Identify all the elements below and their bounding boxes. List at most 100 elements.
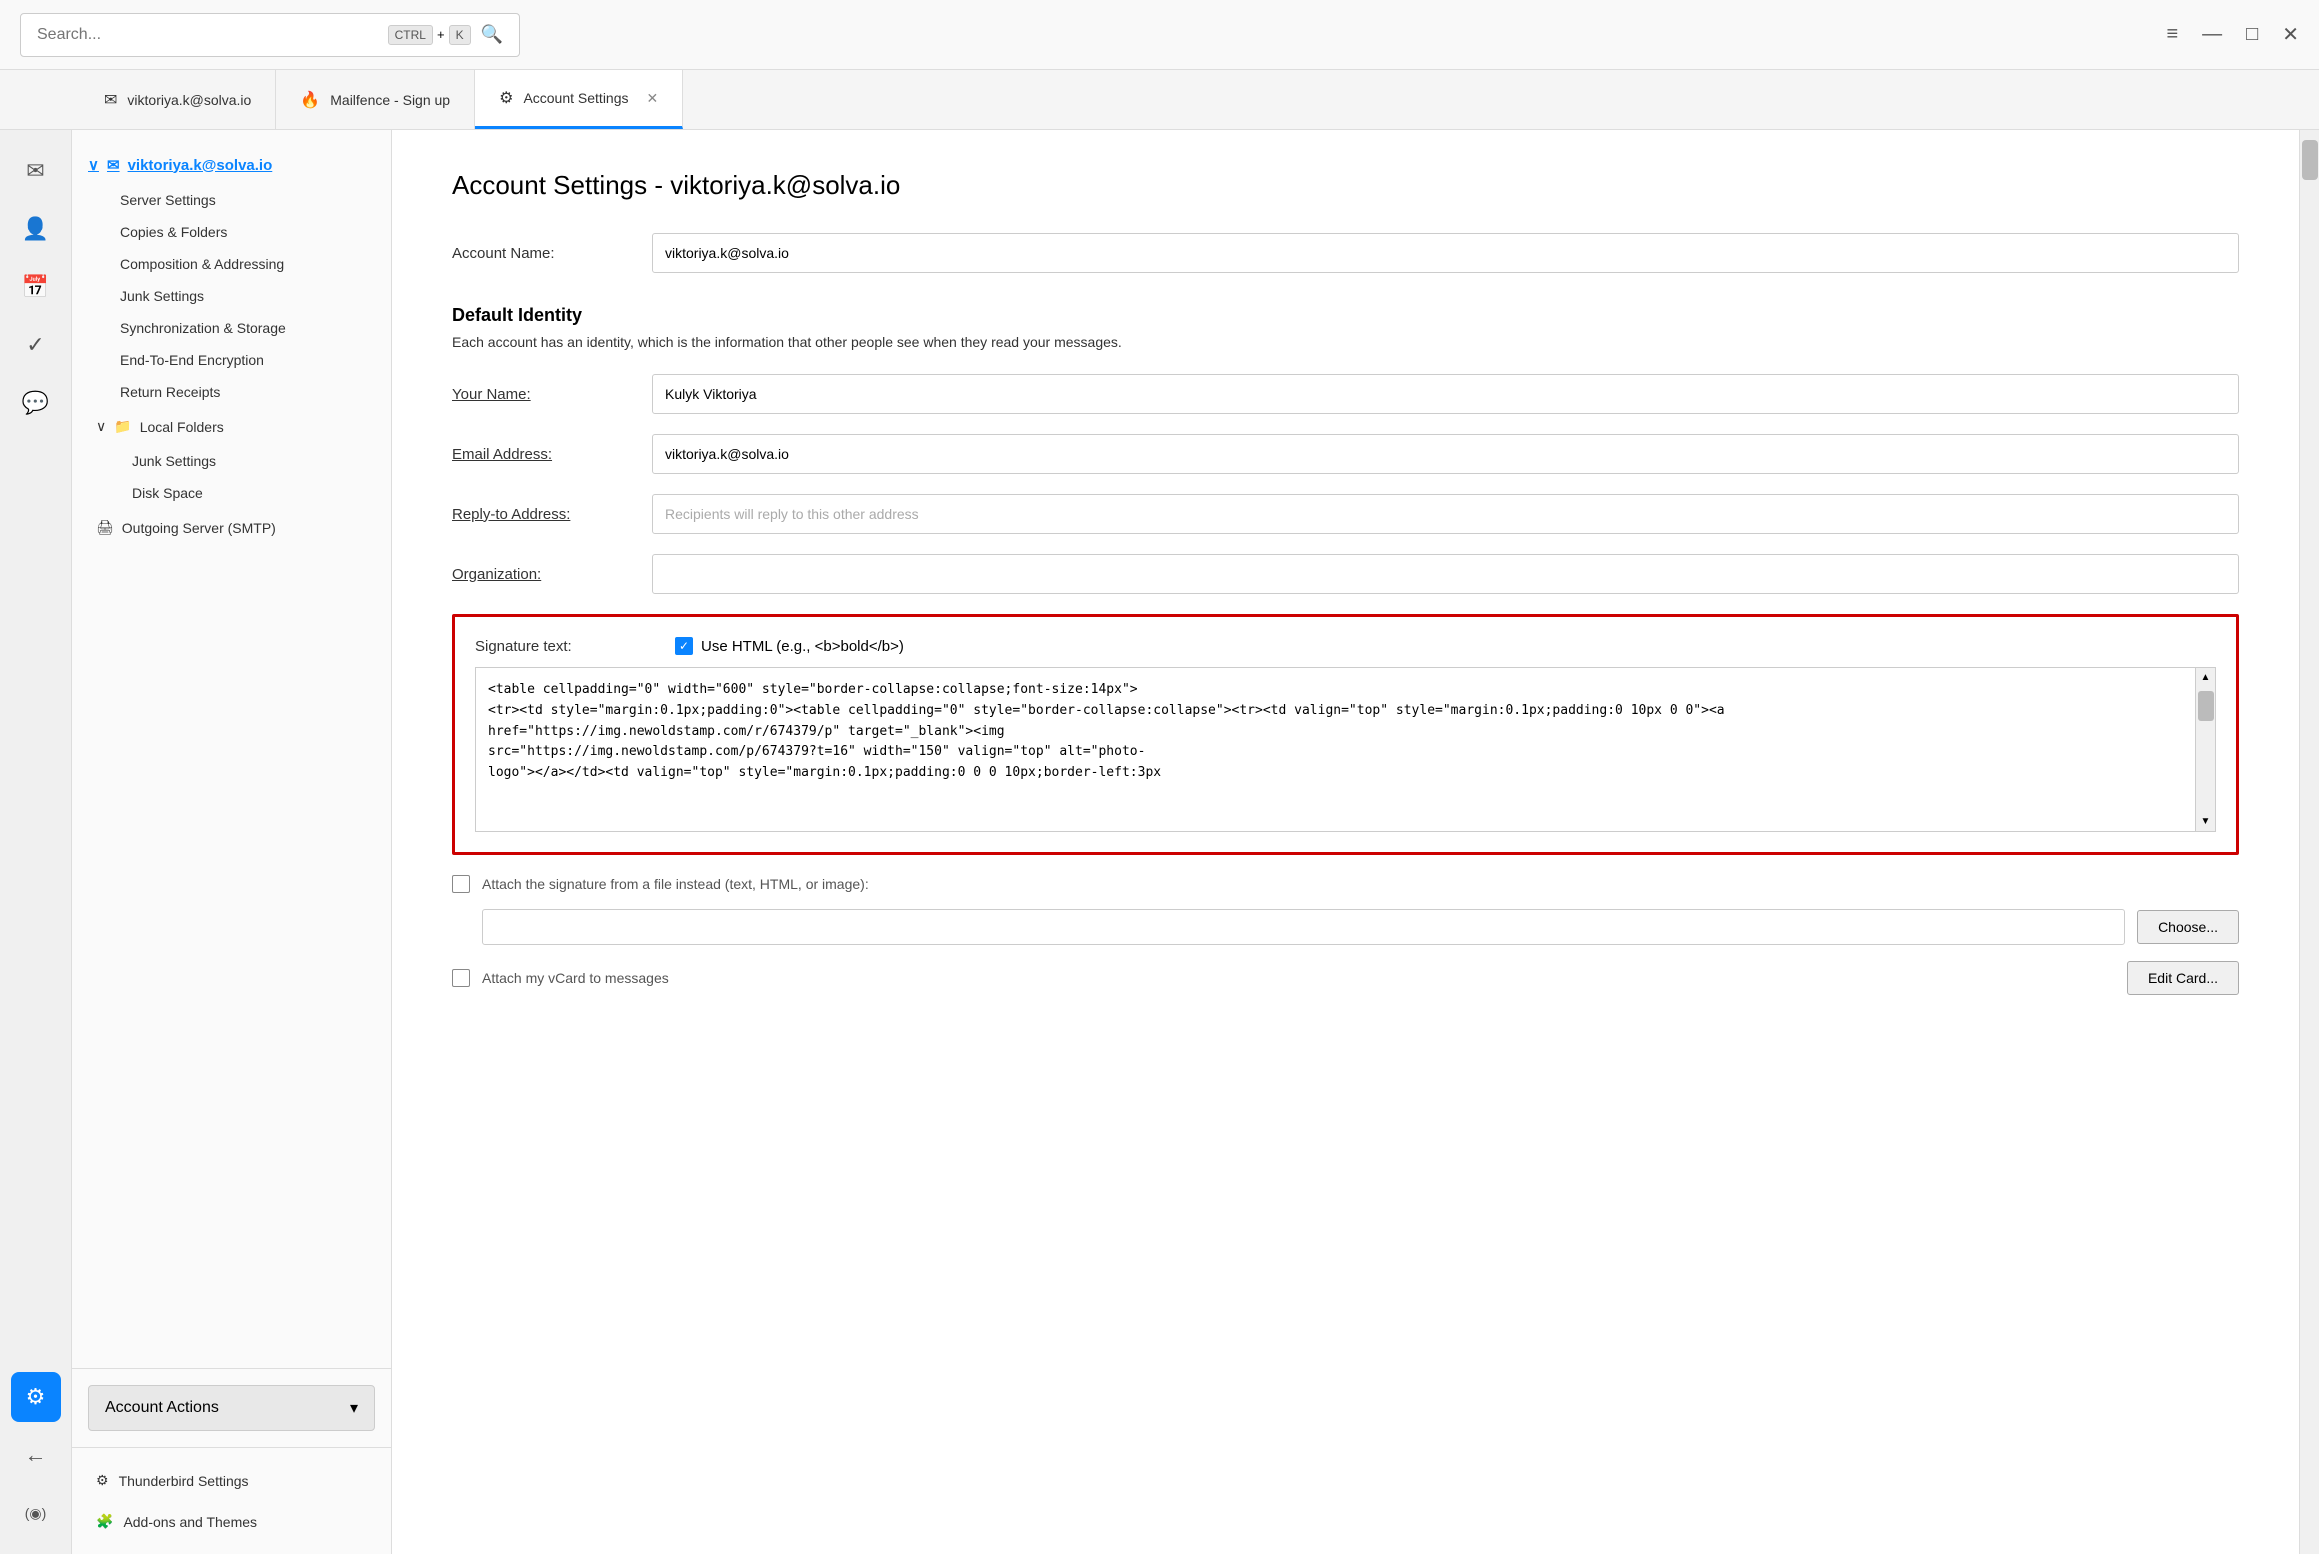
sidebar-icon-back[interactable]: ← xyxy=(11,1430,61,1480)
attach-sig-file-row: Choose... xyxy=(452,909,2239,945)
scroll-thumb[interactable] xyxy=(2198,691,2214,721)
window-controls: ≡ — □ ✕ xyxy=(2166,22,2299,47)
tab-mailfence-icon: 🔥 xyxy=(300,90,320,110)
kbd-plus: + xyxy=(437,27,445,42)
title-bar: CTRL + K 🔍 ≡ — □ ✕ xyxy=(0,0,2319,70)
nav-item-server-settings[interactable]: Server Settings xyxy=(72,184,391,216)
attach-sig-file-input[interactable] xyxy=(482,909,2125,945)
tab-mailfence-label: Mailfence - Sign up xyxy=(330,92,450,108)
use-html-label: Use HTML (e.g., <b>bold</b>) xyxy=(701,638,904,655)
nav-addons-themes[interactable]: 🧩 Add-ons and Themes xyxy=(88,1505,375,1538)
your-name-label: Your Name: xyxy=(452,386,652,403)
nav-bottom: ⚙ Thunderbird Settings 🧩 Add-ons and The… xyxy=(72,1447,391,1554)
nav-panel: ∨ ✉ viktoriya.k@solva.io Server Settings… xyxy=(72,130,392,1554)
minimize-button[interactable]: — xyxy=(2202,23,2222,46)
sidebar-icon-chat[interactable]: 💬 xyxy=(11,378,61,428)
nav-item-e2e-encryption[interactable]: End-To-End Encryption xyxy=(72,344,391,376)
sidebar-icon-contacts[interactable]: 👤 xyxy=(11,204,61,254)
app-sidebar: ✉ 👤 📅 ✓ 💬 ⚙ ← (◉) xyxy=(0,130,72,1554)
attach-sig-row: Attach the signature from a file instead… xyxy=(452,875,2239,893)
nav-item-composition-addressing[interactable]: Composition & Addressing xyxy=(72,248,391,280)
signature-textarea[interactable] xyxy=(476,668,2215,828)
main-layout: ✉ 👤 📅 ✓ 💬 ⚙ ← (◉) ∨ ✉ viktoriya.k@solva.… xyxy=(0,130,2319,1554)
search-input[interactable] xyxy=(37,26,378,44)
edit-card-button[interactable]: Edit Card... xyxy=(2127,961,2239,995)
signature-text-area: ▲ ▼ xyxy=(475,667,2216,832)
hamburger-button[interactable]: ≡ xyxy=(2166,23,2178,46)
nav-folder-chevron: ∨ xyxy=(96,418,106,435)
attach-sig-checkbox[interactable] xyxy=(452,875,470,893)
org-label: Organization: xyxy=(452,566,652,583)
reply-to-input[interactable] xyxy=(652,494,2239,534)
attach-vcard-checkbox[interactable] xyxy=(452,969,470,987)
nav-folder-icon: 📁 xyxy=(114,418,131,435)
right-scroll-track xyxy=(2300,130,2319,1554)
nav-item-sync-storage[interactable]: Synchronization & Storage xyxy=(72,312,391,344)
thunderbird-settings-label: Thunderbird Settings xyxy=(119,1473,249,1489)
account-actions-chevron: ▾ xyxy=(350,1398,358,1418)
signature-header-row: Signature text: ✓ Use HTML (e.g., <b>bol… xyxy=(475,637,2216,655)
nav-item-return-receipts[interactable]: Return Receipts xyxy=(72,376,391,408)
email-input[interactable] xyxy=(652,434,2239,474)
org-input[interactable] xyxy=(652,554,2239,594)
tab-close-button[interactable]: ✕ xyxy=(647,90,659,107)
sidebar-icon-tasks[interactable]: ✓ xyxy=(11,320,61,370)
use-html-checkbox[interactable]: ✓ xyxy=(675,637,693,655)
sidebar-icon-mail[interactable]: ✉ xyxy=(11,146,61,196)
sidebar-icon-calendar[interactable]: 📅 xyxy=(11,262,61,312)
search-bar: CTRL + K 🔍 xyxy=(20,13,520,57)
nav-account-chevron: ∨ xyxy=(88,156,99,174)
nav-outgoing-icon: 🖨 xyxy=(96,519,114,536)
org-row: Organization: xyxy=(452,554,2239,594)
nav-folder-label: Local Folders xyxy=(140,419,224,435)
tab-inbox[interactable]: ✉ viktoriya.k@solva.io xyxy=(80,70,276,129)
nav-tree: ∨ ✉ viktoriya.k@solva.io Server Settings… xyxy=(72,130,391,1368)
tab-settings-label: Account Settings xyxy=(523,90,628,106)
nav-account-icon: ✉ xyxy=(107,156,120,174)
right-scrollbar xyxy=(2299,130,2319,1554)
nav-outgoing-server[interactable]: 🖨 Outgoing Server (SMTP) xyxy=(72,509,391,546)
kbd-k: K xyxy=(449,25,471,45)
email-label: Email Address: xyxy=(452,446,652,463)
account-actions-button[interactable]: Account Actions ▾ xyxy=(88,1385,375,1431)
email-row: Email Address: xyxy=(452,434,2239,474)
nav-item-disk-space[interactable]: Disk Space xyxy=(72,477,391,509)
attach-vcard-label: Attach my vCard to messages xyxy=(482,970,669,986)
nav-outgoing-label: Outgoing Server (SMTP) xyxy=(122,520,276,536)
sidebar-icon-settings[interactable]: ⚙ xyxy=(11,1372,61,1422)
nav-item-local-junk[interactable]: Junk Settings xyxy=(72,445,391,477)
app-window: CTRL + K 🔍 ≡ — □ ✕ ✉ viktoriya.k@solva.i… xyxy=(0,0,2319,1554)
search-icon: 🔍 xyxy=(481,24,503,45)
sidebar-icon-radio[interactable]: (◉) xyxy=(11,1488,61,1538)
vcard-row: Attach my vCard to messages Edit Card... xyxy=(452,961,2239,995)
nav-item-junk-settings[interactable]: Junk Settings xyxy=(72,280,391,312)
addons-label: Add-ons and Themes xyxy=(123,1514,257,1530)
default-identity-title: Default Identity xyxy=(452,305,2239,326)
tab-mailfence[interactable]: 🔥 Mailfence - Sign up xyxy=(276,70,475,129)
thunderbird-settings-icon: ⚙ xyxy=(96,1472,109,1489)
nav-local-folders[interactable]: ∨ 📁 Local Folders xyxy=(72,408,391,445)
use-html-checkbox-row: ✓ Use HTML (e.g., <b>bold</b>) xyxy=(675,637,904,655)
tab-account-settings[interactable]: ⚙ Account Settings ✕ xyxy=(475,70,683,129)
close-window-button[interactable]: ✕ xyxy=(2282,22,2299,47)
your-name-input[interactable] xyxy=(652,374,2239,414)
tab-inbox-label: viktoriya.k@solva.io xyxy=(127,92,251,108)
default-identity-desc: Each account has an identity, which is t… xyxy=(452,334,2239,350)
nav-account-item[interactable]: ∨ ✉ viktoriya.k@solva.io xyxy=(72,146,391,184)
scroll-up-button[interactable]: ▲ xyxy=(2201,672,2211,683)
page-title: Account Settings - viktoriya.k@solva.io xyxy=(452,170,2239,201)
account-name-input[interactable] xyxy=(652,233,2239,273)
choose-button[interactable]: Choose... xyxy=(2137,910,2239,944)
content-panel: Account Settings - viktoriya.k@solva.io … xyxy=(392,130,2299,1554)
nav-thunderbird-settings[interactable]: ⚙ Thunderbird Settings xyxy=(88,1464,375,1497)
right-scroll-handle[interactable] xyxy=(2302,140,2318,180)
tab-bar: ✉ viktoriya.k@solva.io 🔥 Mailfence - Sig… xyxy=(0,70,2319,130)
signature-label: Signature text: xyxy=(475,638,675,655)
signature-section: Signature text: ✓ Use HTML (e.g., <b>bol… xyxy=(452,614,2239,855)
attach-sig-label: Attach the signature from a file instead… xyxy=(482,876,869,892)
nav-item-copies-folders[interactable]: Copies & Folders xyxy=(72,216,391,248)
scroll-down-button[interactable]: ▼ xyxy=(2201,816,2211,827)
maximize-button[interactable]: □ xyxy=(2246,23,2258,46)
sig-scrollbar: ▲ ▼ xyxy=(2195,668,2215,831)
tab-inbox-icon: ✉ xyxy=(104,90,117,110)
